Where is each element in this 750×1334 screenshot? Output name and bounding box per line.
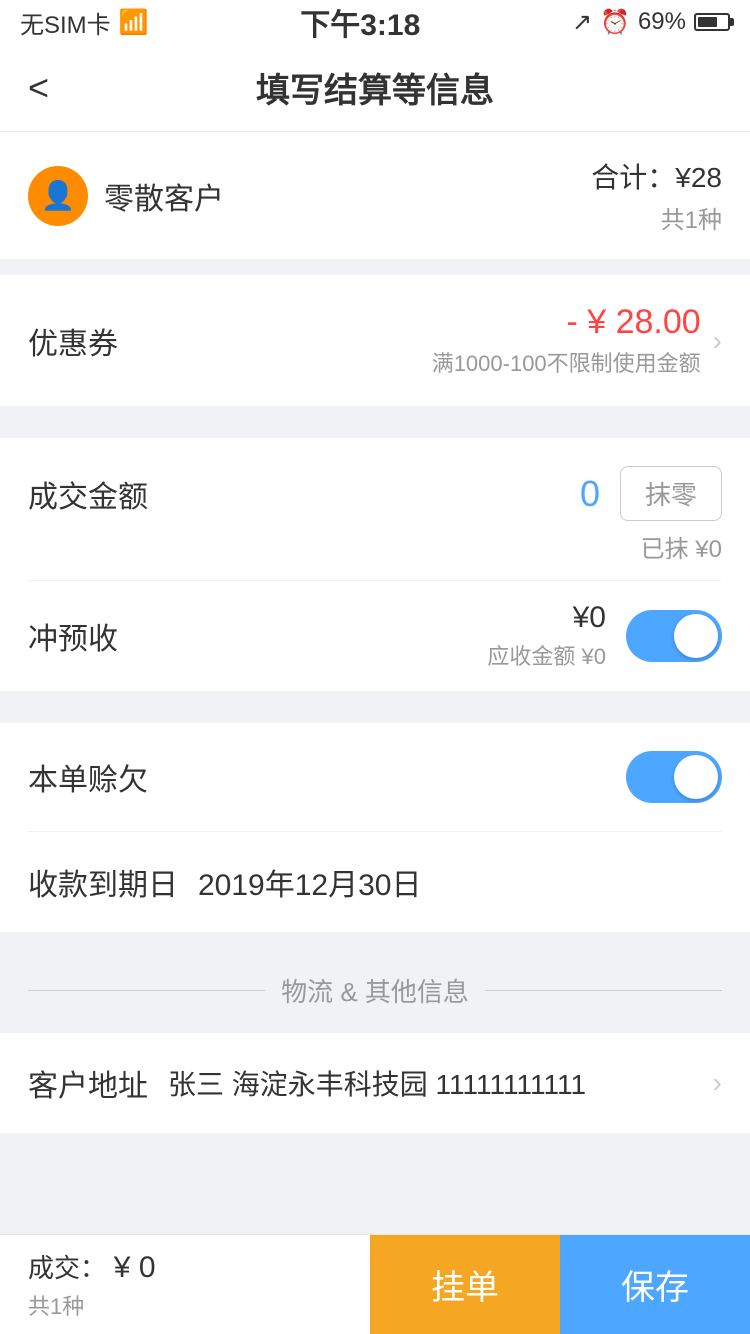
transaction-label: 成交金额 [28,472,148,516]
battery-percent: 69% [638,8,686,36]
pending-button[interactable]: 挂单 [370,1235,560,1334]
bottom-actions: 挂单 保存 [370,1235,750,1334]
credit-section: 本单赊欠 收款到期日 2019年12月30日 [0,723,750,932]
status-bar: 无SIM卡 📶 下午3:18 ↗ ⏰ 69% [0,0,750,44]
duedate-label: 收款到期日 [28,860,178,904]
advance-sub-amount: 应收金额 ¥0 [487,639,606,671]
transaction-amount-row: 成交金额 0 抹零 [0,438,750,529]
transaction-right: 0 抹零 [580,466,722,521]
address-section: 客户地址 张三 海淀永丰科技园 11111111111 › [0,1033,750,1133]
credit-label: 本单赊欠 [28,755,148,799]
address-row[interactable]: 客户地址 张三 海淀永丰科技园 11111111111 › [0,1033,750,1133]
advance-amounts: ¥0 应收金额 ¥0 [487,601,606,671]
address-chevron-icon: › [713,1067,722,1099]
round-button[interactable]: 抹零 [620,466,722,521]
credit-row: 本单赊欠 [0,723,750,831]
chevron-right-icon: › [713,325,722,357]
customer-totals: 合计：¥28 共1种 [591,156,722,235]
carrier-label: 无SIM卡 [20,5,111,40]
advance-toggle[interactable] [626,610,722,662]
coupon-desc: 满1000-100不限制使用金额 [432,346,701,378]
page-title: 填写结算等信息 [256,63,494,112]
address-value: 张三 海淀永丰科技园 11111111111 [168,1063,713,1103]
transaction-value: 0 [580,473,600,515]
advance-main-amount: ¥0 [487,601,606,635]
bottom-count: 共1种 [28,1289,342,1321]
credit-toggle[interactable] [626,751,722,803]
section-gap-1 [0,422,750,438]
advance-toggle-knob [674,614,718,658]
bottom-deal-amount: ¥ 0 [114,1251,156,1284]
status-right: ↗ ⏰ 69% [572,8,730,37]
section-gap-2 [0,707,750,723]
location-icon: ↗ [572,8,592,37]
total-label: 合计：¥28 [591,156,722,196]
status-left: 无SIM卡 📶 [20,5,149,40]
nav-bar: < 填写结算等信息 [0,44,750,132]
advance-label: 冲预收 [28,614,118,658]
bottom-deal-line: 成交： ¥ 0 [28,1248,342,1285]
coupon-value-block: - ¥ 28.00 满1000-100不限制使用金额 [432,303,701,378]
coupon-row[interactable]: 优惠券 - ¥ 28.00 满1000-100不限制使用金额 › [0,275,750,406]
bottom-bar: 成交： ¥ 0 共1种 挂单 保存 [0,1234,750,1334]
advance-row: 冲预收 ¥0 应收金额 ¥0 [0,581,750,691]
customer-row: 👤 零散客户 合计：¥28 共1种 [0,132,750,259]
avatar-icon: 👤 [41,179,76,212]
alarm-icon: ⏰ [600,8,630,37]
address-label: 客户地址 [28,1061,148,1105]
save-button[interactable]: 保存 [560,1235,750,1334]
already-rounded-text: 已抹 ¥0 [0,529,750,580]
status-time: 下午3:18 [300,0,420,44]
bottom-deal-label: 成交： [28,1253,106,1283]
total-count: 共1种 [591,200,722,235]
duedate-row: 收款到期日 2019年12月30日 [0,832,750,932]
avatar: 👤 [28,166,88,226]
customer-section: 👤 零散客户 合计：¥28 共1种 [0,132,750,259]
bottom-summary: 成交： ¥ 0 共1种 [0,1248,370,1321]
wifi-icon: 📶 [119,8,149,37]
credit-toggle-knob [674,755,718,799]
coupon-right: - ¥ 28.00 满1000-100不限制使用金额 › [432,303,722,378]
battery-icon [694,13,730,31]
transaction-section: 成交金额 0 抹零 已抹 ¥0 冲预收 ¥0 应收金额 ¥0 [0,438,750,691]
customer-left: 👤 零散客户 [28,166,224,226]
back-button[interactable]: < [28,67,49,109]
logistics-header: 物流 & 其他信息 [0,948,750,1033]
duedate-value: 2019年12月30日 [198,860,421,904]
coupon-section: 优惠券 - ¥ 28.00 满1000-100不限制使用金额 › [0,275,750,406]
main-content: 👤 零散客户 合计：¥28 共1种 优惠券 - ¥ 28.00 满1000-10… [0,132,750,1269]
customer-name: 零散客户 [104,174,224,218]
coupon-amount: - ¥ 28.00 [432,303,701,342]
logistics-label: 物流 & 其他信息 [281,972,469,1009]
coupon-label: 优惠券 [28,319,118,363]
advance-right: ¥0 应收金额 ¥0 [487,601,722,671]
